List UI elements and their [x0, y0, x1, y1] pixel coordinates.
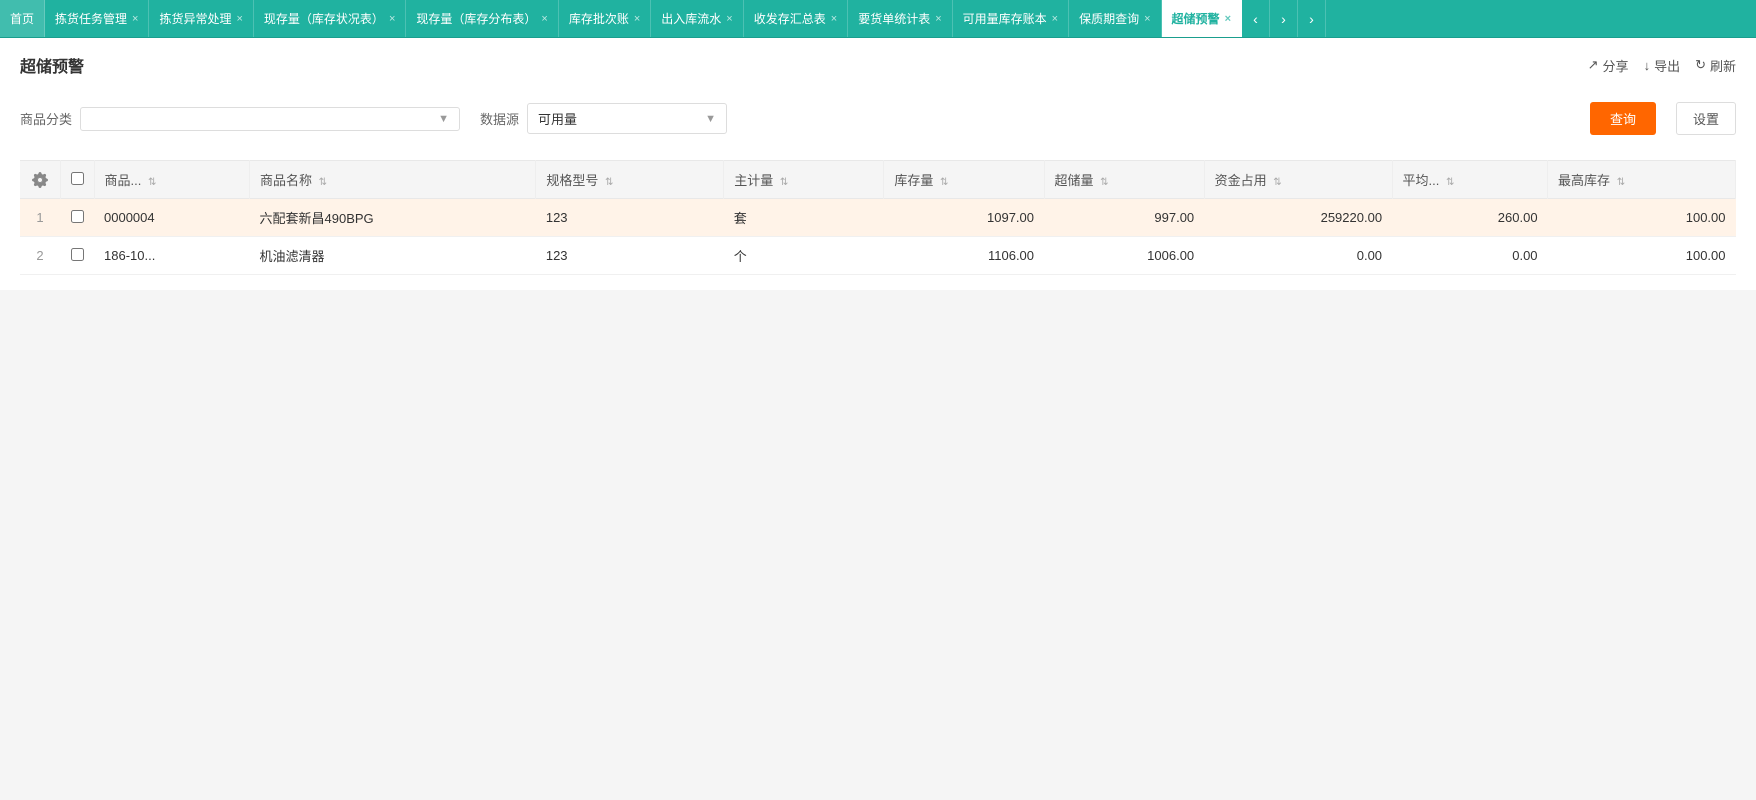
cell-capital: 0.00: [1204, 237, 1392, 275]
page-container: 超储预警 ↗ 分享 ↓ 导出 ↻ 刷新 商品分类 ▼ 数据源: [0, 38, 1756, 290]
cell-unit: 个: [724, 237, 884, 275]
cell-name: 六配套新昌490BPG: [250, 199, 536, 237]
nav-tab-5[interactable]: 库存批次账 ×: [559, 0, 651, 37]
cell-maxstock: 100.00: [1548, 199, 1736, 237]
nav-prev-button[interactable]: ‹: [1242, 0, 1270, 37]
row-number: 2: [20, 237, 60, 275]
nav-tab-active[interactable]: 超储预警 ×: [1162, 0, 1242, 37]
table-row: 2 186-10... 机油滤清器 123 个 1106.00 1006.00 …: [20, 237, 1736, 275]
col-overstock: 超储量 ⇅: [1044, 161, 1204, 199]
close-icon[interactable]: ×: [726, 13, 732, 25]
sort-icon[interactable]: ⇅: [605, 177, 613, 188]
select-all-checkbox[interactable]: [71, 172, 84, 185]
close-icon[interactable]: ×: [541, 13, 547, 25]
nav-tab-8[interactable]: 要货单统计表 ×: [848, 0, 952, 37]
query-button[interactable]: 查询: [1590, 102, 1656, 135]
top-nav: 首页 拣货任务管理 × 拣货异常处理 × 现存量（库存状况表） × 现存量（库存…: [0, 0, 1756, 38]
nav-tab-2[interactable]: 拣货异常处理 ×: [149, 0, 253, 37]
cell-maxstock: 100.00: [1548, 237, 1736, 275]
cell-spec: 123: [536, 199, 724, 237]
refresh-button[interactable]: ↻ 刷新: [1695, 56, 1736, 75]
sort-icon[interactable]: ⇅: [780, 177, 788, 188]
col-spec: 规格型号 ⇅: [536, 161, 724, 199]
cell-spec: 123: [536, 237, 724, 275]
close-icon[interactable]: ×: [1052, 13, 1058, 25]
close-icon[interactable]: ×: [1144, 13, 1150, 25]
page-title: 超储预警: [20, 53, 84, 77]
sort-icon[interactable]: ⇅: [940, 177, 948, 188]
nav-more-button[interactable]: ›: [1298, 0, 1326, 37]
export-button[interactable]: ↓ 导出: [1644, 56, 1681, 75]
cell-overstock: 997.00: [1044, 199, 1204, 237]
nav-tab-9[interactable]: 可用量库存账本 ×: [953, 0, 1069, 37]
close-icon[interactable]: ×: [634, 13, 640, 25]
nav-tab-10[interactable]: 保质期查询 ×: [1069, 0, 1161, 37]
col-maxstock: 最高库存 ⇅: [1548, 161, 1736, 199]
table-header-row: 商品... ⇅ 商品名称 ⇅ 规格型号 ⇅ 主计量 ⇅ 库存量 ⇅: [20, 161, 1736, 199]
gear-settings-header[interactable]: [20, 161, 60, 199]
nav-tab-1[interactable]: 拣货任务管理 ×: [45, 0, 149, 37]
cell-stock: 1097.00: [884, 199, 1044, 237]
row-checkbox[interactable]: [71, 210, 84, 223]
page-header: 超储预警 ↗ 分享 ↓ 导出 ↻ 刷新: [20, 53, 1736, 77]
share-button[interactable]: ↗ 分享: [1588, 56, 1629, 75]
col-unit: 主计量 ⇅: [724, 161, 884, 199]
col-capital: 资金占用 ⇅: [1204, 161, 1392, 199]
row-checkbox-cell[interactable]: [60, 199, 94, 237]
col-avg: 平均... ⇅: [1392, 161, 1548, 199]
category-filter: 商品分类 ▼: [20, 107, 460, 131]
col-name: 商品名称 ⇅: [250, 161, 536, 199]
cell-capital: 259220.00: [1204, 199, 1392, 237]
sort-icon[interactable]: ⇅: [1100, 177, 1108, 188]
table-row: 1 0000004 六配套新昌490BPG 123 套 1097.00 997.…: [20, 199, 1736, 237]
sort-icon[interactable]: ⇅: [1617, 177, 1625, 188]
nav-next-button[interactable]: ›: [1270, 0, 1298, 37]
close-icon[interactable]: ×: [132, 13, 138, 25]
close-icon[interactable]: ×: [236, 13, 242, 25]
row-number: 1: [20, 199, 60, 237]
cell-name: 机油滤清器: [250, 237, 536, 275]
row-checkbox-cell[interactable]: [60, 237, 94, 275]
cell-overstock: 1006.00: [1044, 237, 1204, 275]
row-checkbox[interactable]: [71, 248, 84, 261]
col-stock: 库存量 ⇅: [884, 161, 1044, 199]
nav-tab-7[interactable]: 收发存汇总表 ×: [744, 0, 848, 37]
cell-unit: 套: [724, 199, 884, 237]
datasource-select[interactable]: 可用量 ▼: [527, 103, 727, 134]
nav-tab-home[interactable]: 首页: [0, 0, 45, 37]
share-icon: ↗: [1588, 57, 1599, 73]
chevron-down-icon: ▼: [438, 113, 449, 125]
datasource-filter: 数据源 可用量 ▼: [480, 103, 727, 134]
cell-code: 0000004: [94, 199, 250, 237]
header-actions: ↗ 分享 ↓ 导出 ↻ 刷新: [1588, 56, 1736, 75]
chevron-down-icon: ▼: [705, 113, 716, 125]
datasource-label: 数据源: [480, 109, 519, 128]
sort-icon[interactable]: ⇅: [148, 177, 156, 188]
nav-tab-4[interactable]: 现存量（库存分布表） ×: [406, 0, 558, 37]
export-icon: ↓: [1644, 58, 1651, 73]
sort-icon[interactable]: ⇅: [319, 177, 327, 188]
category-label: 商品分类: [20, 109, 72, 128]
close-icon[interactable]: ×: [1225, 13, 1231, 25]
cell-avg: 0.00: [1392, 237, 1548, 275]
category-select[interactable]: ▼: [80, 107, 460, 131]
cell-avg: 260.00: [1392, 199, 1548, 237]
nav-tab-6[interactable]: 出入库流水 ×: [651, 0, 743, 37]
nav-tab-3[interactable]: 现存量（库存状况表） ×: [254, 0, 406, 37]
close-icon[interactable]: ×: [935, 13, 941, 25]
close-icon[interactable]: ×: [389, 13, 395, 25]
cell-code: 186-10...: [94, 237, 250, 275]
select-all-header[interactable]: [60, 161, 94, 199]
datasource-value: 可用量: [538, 109, 577, 128]
col-code: 商品... ⇅: [94, 161, 250, 199]
cell-stock: 1106.00: [884, 237, 1044, 275]
refresh-icon: ↻: [1695, 57, 1706, 73]
data-table: 商品... ⇅ 商品名称 ⇅ 规格型号 ⇅ 主计量 ⇅ 库存量 ⇅: [20, 160, 1736, 275]
filter-row: 商品分类 ▼ 数据源 可用量 ▼ 查询 设置: [20, 92, 1736, 145]
settings-button[interactable]: 设置: [1676, 102, 1736, 135]
close-icon[interactable]: ×: [831, 13, 837, 25]
sort-icon[interactable]: ⇅: [1446, 177, 1454, 188]
sort-icon[interactable]: ⇅: [1273, 177, 1281, 188]
